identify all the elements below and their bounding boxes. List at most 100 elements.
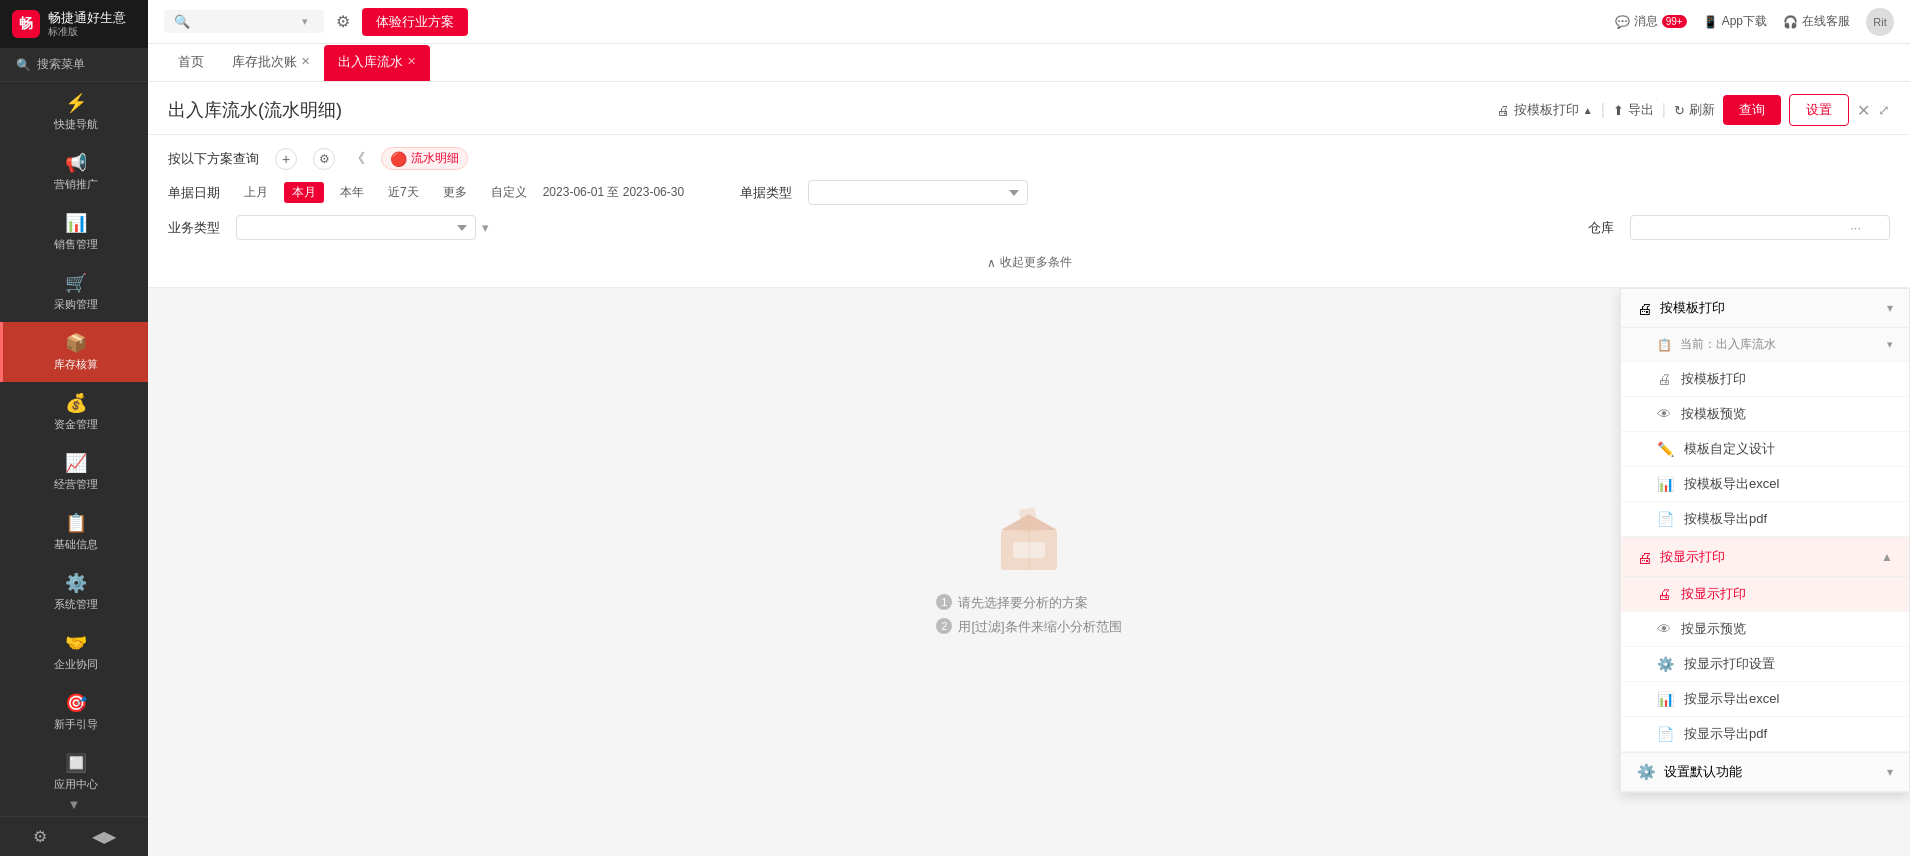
export-btn[interactable]: ⬆ 导出: [1613, 101, 1654, 119]
sidebar-scroll-down[interactable]: ▼: [0, 793, 148, 816]
date-btn-last-month[interactable]: 上月: [236, 182, 276, 203]
sidebar-item-system[interactable]: ⚙️ 系统管理: [0, 562, 148, 622]
printer-icon: 🖨: [1637, 549, 1652, 566]
refresh-btn[interactable]: ↻ 刷新: [1674, 101, 1715, 119]
gear-icon: ⚙️: [1637, 763, 1656, 781]
header-search-input[interactable]: [196, 15, 296, 29]
preview-display-item[interactable]: 👁 按显示预览: [1621, 612, 1909, 647]
export-pdf-display-item[interactable]: 📄 按显示导出pdf: [1621, 717, 1909, 752]
warehouse-field[interactable]: ···: [1630, 215, 1890, 240]
print-template-item-label: 按模板打印: [1681, 370, 1746, 388]
sidebar-item-app-center[interactable]: 🔲 应用中心: [0, 742, 148, 793]
sidebar-item-purchase[interactable]: 🛒 采购管理: [0, 262, 148, 322]
refresh-icon: ↻: [1674, 103, 1685, 118]
page-header-right: 🖨 按模板打印 ▲ | ⬆ 导出 | ↻ 刷新 查询 设置 ✕ ⤢: [1497, 94, 1890, 126]
sidebar-item-label: 新手引导: [54, 717, 98, 732]
printer-icon: 🖨: [1637, 300, 1652, 317]
sidebar-item-enterprise-collab[interactable]: 🤝 企业协同: [0, 622, 148, 682]
date-btn-7days[interactable]: 近7天: [380, 182, 427, 203]
print-display-item[interactable]: 🖨 按显示打印: [1621, 577, 1909, 612]
sidebar-logo: 畅 畅捷通好生意 标准版: [0, 0, 148, 48]
sales-icon: 📊: [65, 212, 87, 234]
tip-item-1: 1 请先选择要分析的方案: [936, 594, 1121, 612]
date-btn-this-year[interactable]: 本年: [332, 182, 372, 203]
export-excel-template-item[interactable]: 📊 按模板导出excel: [1621, 467, 1909, 502]
sidebar-item-marketing[interactable]: 📢 营销推广: [0, 142, 148, 202]
sidebar-item-guide[interactable]: 🎯 新手引导: [0, 682, 148, 742]
warehouse-dots[interactable]: ···: [1850, 220, 1861, 235]
user-avatar[interactable]: Rit: [1866, 8, 1894, 36]
chevron-down-icon: ▾: [1887, 338, 1893, 351]
default-settings-section-header[interactable]: ⚙️ 设置默认功能 ▾: [1621, 753, 1909, 792]
print-settings-display-item[interactable]: ⚙️ 按显示打印设置: [1621, 647, 1909, 682]
filter-add-btn[interactable]: +: [275, 148, 297, 170]
default-settings-section-label: 设置默认功能: [1664, 763, 1887, 781]
export-pdf-template-item[interactable]: 📄 按模板导出pdf: [1621, 502, 1909, 537]
collapse-sidebar-btn[interactable]: ◀▶: [92, 827, 116, 846]
export-excel-template-label: 按模板导出excel: [1684, 475, 1779, 493]
chevron-up-icon: ▲: [1881, 550, 1893, 564]
export-icon: ⬆: [1613, 103, 1624, 118]
tab-close-stock-flow[interactable]: ✕: [407, 55, 416, 68]
print-template-btn[interactable]: 🖨 按模板打印 ▲: [1497, 101, 1593, 119]
print-template-section-header[interactable]: 🖨 按模板打印 ▾: [1621, 289, 1909, 328]
sidebar-item-inventory[interactable]: 📦 库存核算: [0, 322, 148, 382]
sidebar-item-quick-nav[interactable]: ⚡ 快捷导航: [0, 82, 148, 142]
search-icon: 🔍: [174, 14, 190, 29]
chevron-down-icon: ▾: [1887, 301, 1893, 315]
sidebar-item-basic-info[interactable]: 📋 基础信息: [0, 502, 148, 562]
settings-btn[interactable]: 设置: [1789, 94, 1849, 126]
system-icon: ⚙️: [65, 572, 87, 594]
current-template-text: 当前：出入库流水: [1680, 336, 1776, 353]
sidebar-item-label: 快捷导航: [54, 117, 98, 132]
empty-state-icon: [989, 502, 1069, 582]
tab-inventory-batch[interactable]: 库存批次账 ✕: [218, 45, 324, 81]
trial-btn[interactable]: 体验行业方案: [362, 8, 468, 36]
header-search-area[interactable]: 🔍 ▾: [164, 10, 324, 33]
date-btn-custom[interactable]: 自定义: [483, 182, 535, 203]
doc-type-select[interactable]: [808, 180, 1028, 205]
filter-tag-stream[interactable]: 🔴 流水明细: [381, 147, 468, 170]
sidebar-item-sales[interactable]: 📊 销售管理: [0, 202, 148, 262]
filter-row-date: 单据日期 上月 本月 本年 近7天 更多 自定义 2023-06-01 至 20…: [168, 180, 1890, 205]
custom-template-item[interactable]: ✏️ 模板自定义设计: [1621, 432, 1909, 467]
export-excel-display-item[interactable]: 📊 按显示导出excel: [1621, 682, 1909, 717]
online-service-btn[interactable]: 🎧 在线客服: [1783, 13, 1850, 30]
date-btn-this-month[interactable]: 本月: [284, 182, 324, 203]
sidebar-item-label: 基础信息: [54, 537, 98, 552]
tab-home[interactable]: 首页: [164, 45, 218, 81]
sidebar-item-label: 资金管理: [54, 417, 98, 432]
tab-close-inventory-batch[interactable]: ✕: [301, 55, 310, 68]
filter-settings-btn[interactable]: ⚙: [313, 148, 335, 170]
tab-stock-flow[interactable]: 出入库流水 ✕: [324, 45, 430, 81]
sidebar-item-finance[interactable]: 💰 资金管理: [0, 382, 148, 442]
chevron-down-icon[interactable]: ▾: [302, 15, 308, 28]
date-label: 单据日期: [168, 184, 220, 202]
expand-btn[interactable]: ⤢: [1878, 102, 1890, 118]
app-center-icon: 🔲: [65, 752, 87, 774]
header-gear-icon[interactable]: ⚙: [336, 12, 350, 31]
app-download-icon: 📱: [1703, 15, 1718, 29]
collapse-more-btn[interactable]: ∧ 收起更多条件: [168, 250, 1890, 275]
print-template-item[interactable]: 🖨 按模板打印: [1621, 362, 1909, 397]
doc-type-label: 单据类型: [740, 184, 792, 202]
query-btn[interactable]: 查询: [1723, 95, 1781, 125]
sidebar-item-operations[interactable]: 📈 经营管理: [0, 442, 148, 502]
settings-footer-btn[interactable]: ⚙: [33, 827, 47, 846]
biz-type-select[interactable]: [236, 215, 476, 240]
basic-info-icon: 📋: [65, 512, 87, 534]
sidebar-search[interactable]: 🔍 搜索菜单: [0, 48, 148, 82]
app-download-btn[interactable]: 📱 App下载: [1703, 13, 1767, 30]
preview-template-item[interactable]: 👁 按模板预览: [1621, 397, 1909, 432]
close-panel-btn[interactable]: ✕: [1857, 101, 1870, 120]
biz-type-dropdown-icon[interactable]: ▾: [482, 220, 489, 235]
pdf-icon: 📄: [1657, 726, 1674, 742]
preview-display-label: 按显示预览: [1681, 620, 1746, 638]
finance-icon: 💰: [65, 392, 87, 414]
sidebar-items: ⚡ 快捷导航 📢 营销推广 📊 销售管理 🛒 采购管理 📦 库存核算 💰 资金管…: [0, 82, 148, 793]
date-btn-more[interactable]: 更多: [435, 182, 475, 203]
header-right: 💬 消息 99+ 📱 App下载 🎧 在线客服 Rit: [1615, 8, 1894, 36]
message-btn[interactable]: 💬 消息 99+: [1615, 13, 1687, 30]
filter-left-collapse-btn[interactable]: 《: [351, 150, 365, 168]
print-display-section-header[interactable]: 🖨 按显示打印 ▲: [1621, 538, 1909, 577]
